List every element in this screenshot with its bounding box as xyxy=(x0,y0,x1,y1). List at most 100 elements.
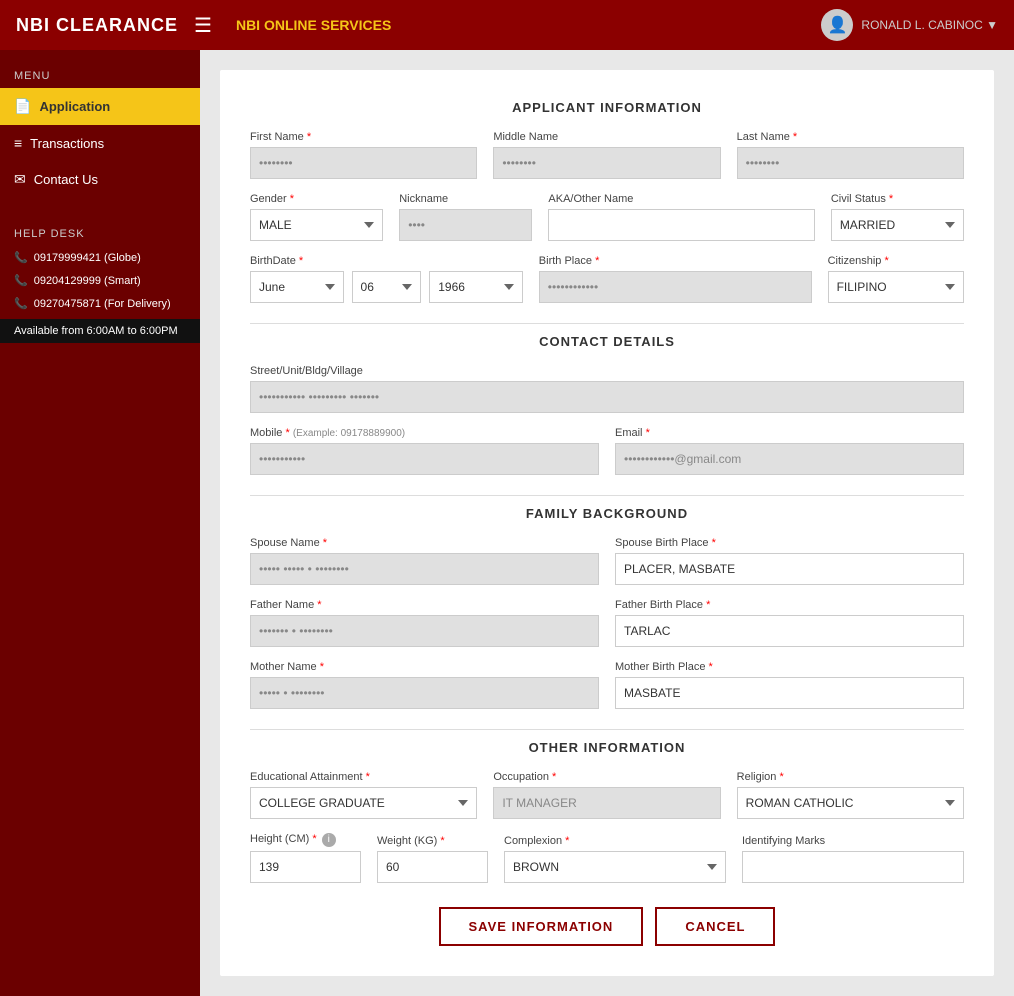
birthdate-row: BirthDate * JanuaryFebruaryMarch AprilMa… xyxy=(250,255,964,303)
mother-name-input[interactable] xyxy=(250,677,599,709)
phone-icon-2: 📞 xyxy=(14,274,28,287)
birth-place-group: Birth Place * xyxy=(539,255,812,303)
first-name-group: First Name * xyxy=(250,131,477,179)
hamburger-icon[interactable]: ☰ xyxy=(194,13,212,38)
email-group: Email * xyxy=(615,427,964,475)
birthdate-group: BirthDate * JanuaryFebruaryMarch AprilMa… xyxy=(250,255,523,303)
mother-birth-place-label: Mother Birth Place * xyxy=(615,661,964,673)
save-button[interactable]: SAVE INFORMATION xyxy=(439,907,644,946)
middle-name-input[interactable] xyxy=(493,147,720,179)
identifying-marks-group: Identifying Marks xyxy=(742,835,964,883)
height-input[interactable] xyxy=(250,851,361,883)
brand-logo: NBI CLEARANCE xyxy=(16,15,178,36)
civil-status-group: Civil Status * MARRIED SINGLE WIDOWED SE… xyxy=(831,193,964,241)
occupation-input[interactable] xyxy=(493,787,720,819)
email-input[interactable] xyxy=(615,443,964,475)
mobile-email-row: Mobile * (Example: 09178889900) Email * xyxy=(250,427,964,475)
weight-label: Weight (KG) * xyxy=(377,835,488,847)
nav-title: NBI ONLINE SERVICES xyxy=(236,17,391,33)
father-name-group: Father Name * xyxy=(250,599,599,647)
aka-input[interactable] xyxy=(548,209,814,241)
religion-group: Religion * ROMAN CATHOLIC PROTESTANT ISL… xyxy=(737,771,964,819)
last-name-label: Last Name * xyxy=(737,131,964,143)
mobile-group: Mobile * (Example: 09178889900) xyxy=(250,427,599,475)
section-contact-title: CONTACT DETAILS xyxy=(250,334,964,349)
identifying-marks-input[interactable] xyxy=(742,851,964,883)
user-display[interactable]: RONALD L. CABINOC ▼ xyxy=(861,18,998,32)
mother-birth-place-input[interactable] xyxy=(615,677,964,709)
menu-label: MENU xyxy=(0,60,200,88)
transactions-icon: ≡ xyxy=(14,135,22,151)
sidebar-item-contact-label: Contact Us xyxy=(34,172,98,187)
name-row: First Name * Middle Name Last Name * xyxy=(250,131,964,179)
middle-name-label: Middle Name xyxy=(493,131,720,143)
complexion-select[interactable]: FAIR BROWN DARK MORENO/MORENA xyxy=(504,851,726,883)
spouse-birth-place-group: Spouse Birth Place * xyxy=(615,537,964,585)
height-label: Height (CM) * i xyxy=(250,833,361,847)
main-content: APPLICANT INFORMATION First Name * Middl… xyxy=(200,50,1014,996)
section-applicant-title: APPLICANT INFORMATION xyxy=(250,100,964,115)
spouse-row: Spouse Name * Spouse Birth Place * xyxy=(250,537,964,585)
civil-status-select[interactable]: MARRIED SINGLE WIDOWED SEPARATED xyxy=(831,209,964,241)
father-birth-place-group: Father Birth Place * xyxy=(615,599,964,647)
middle-name-group: Middle Name xyxy=(493,131,720,179)
top-navigation: NBI CLEARANCE ☰ NBI ONLINE SERVICES 👤 RO… xyxy=(0,0,1014,50)
birth-day-select[interactable]: 06 xyxy=(352,271,422,303)
spouse-name-group: Spouse Name * xyxy=(250,537,599,585)
nickname-input[interactable] xyxy=(399,209,532,241)
gender-select[interactable]: MALE FEMALE xyxy=(250,209,383,241)
sidebar-item-transactions[interactable]: ≡ Transactions xyxy=(0,125,200,161)
religion-label: Religion * xyxy=(737,771,964,783)
first-name-input[interactable] xyxy=(250,147,477,179)
mother-row: Mother Name * Mother Birth Place * xyxy=(250,661,964,709)
gender-row: Gender * MALE FEMALE Nickname AKA/Other … xyxy=(250,193,964,241)
religion-select[interactable]: ROMAN CATHOLIC PROTESTANT ISLAM BORN AGA… xyxy=(737,787,964,819)
civil-status-label: Civil Status * xyxy=(831,193,964,205)
father-name-label: Father Name * xyxy=(250,599,599,611)
button-row: SAVE INFORMATION CANCEL xyxy=(250,907,964,946)
last-name-group: Last Name * xyxy=(737,131,964,179)
first-name-label: First Name * xyxy=(250,131,477,143)
street-input[interactable] xyxy=(250,381,964,413)
gender-group: Gender * MALE FEMALE xyxy=(250,193,383,241)
birth-year-select[interactable]: 1966 xyxy=(429,271,523,303)
occupation-label: Occupation * xyxy=(493,771,720,783)
birthdate-label: BirthDate * xyxy=(250,255,523,267)
mother-birth-place-group: Mother Birth Place * xyxy=(615,661,964,709)
cancel-button[interactable]: CANCEL xyxy=(655,907,775,946)
edu-occ-religion-row: Educational Attainment * ELEMENTARY HIGH… xyxy=(250,771,964,819)
spouse-name-input[interactable] xyxy=(250,553,599,585)
phone-icon-1: 📞 xyxy=(14,251,28,264)
spouse-birth-place-label: Spouse Birth Place * xyxy=(615,537,964,549)
contact-icon: ✉ xyxy=(14,171,26,188)
family-divider xyxy=(250,495,964,496)
sidebar-item-contact-us[interactable]: ✉ Contact Us xyxy=(0,161,200,198)
edu-group: Educational Attainment * ELEMENTARY HIGH… xyxy=(250,771,477,819)
aka-label: AKA/Other Name xyxy=(548,193,814,205)
father-birth-place-input[interactable] xyxy=(615,615,964,647)
birth-place-input[interactable] xyxy=(539,271,812,303)
street-label: Street/Unit/Bldg/Village xyxy=(250,365,964,377)
sidebar-item-transactions-label: Transactions xyxy=(30,136,104,151)
father-name-input[interactable] xyxy=(250,615,599,647)
weight-input[interactable] xyxy=(377,851,488,883)
street-row: Street/Unit/Bldg/Village xyxy=(250,365,964,413)
birth-month-select[interactable]: JanuaryFebruaryMarch AprilMayJune JulyAu… xyxy=(250,271,344,303)
sidebar: MENU 📄 Application ≡ Transactions ✉ Cont… xyxy=(0,50,200,996)
help-phone-globe: 📞 09179999421 (Globe) xyxy=(0,246,200,269)
last-name-input[interactable] xyxy=(737,147,964,179)
citizenship-select[interactable]: FILIPINO DUAL CITIZENSHIP FOREIGN xyxy=(828,271,964,303)
edu-select[interactable]: ELEMENTARY HIGH SCHOOL COLLEGE GRADUATE … xyxy=(250,787,477,819)
application-icon: 📄 xyxy=(14,98,31,115)
mobile-input[interactable] xyxy=(250,443,599,475)
height-group: Height (CM) * i xyxy=(250,833,361,883)
help-phone-smart: 📞 09204129999 (Smart) xyxy=(0,269,200,292)
spouse-birth-place-input[interactable] xyxy=(615,553,964,585)
height-info-icon[interactable]: i xyxy=(322,833,336,847)
occupation-group: Occupation * xyxy=(493,771,720,819)
email-label: Email * xyxy=(615,427,964,439)
edu-label: Educational Attainment * xyxy=(250,771,477,783)
sidebar-item-application[interactable]: 📄 Application xyxy=(0,88,200,125)
form-card: APPLICANT INFORMATION First Name * Middl… xyxy=(220,70,994,976)
contact-divider xyxy=(250,323,964,324)
